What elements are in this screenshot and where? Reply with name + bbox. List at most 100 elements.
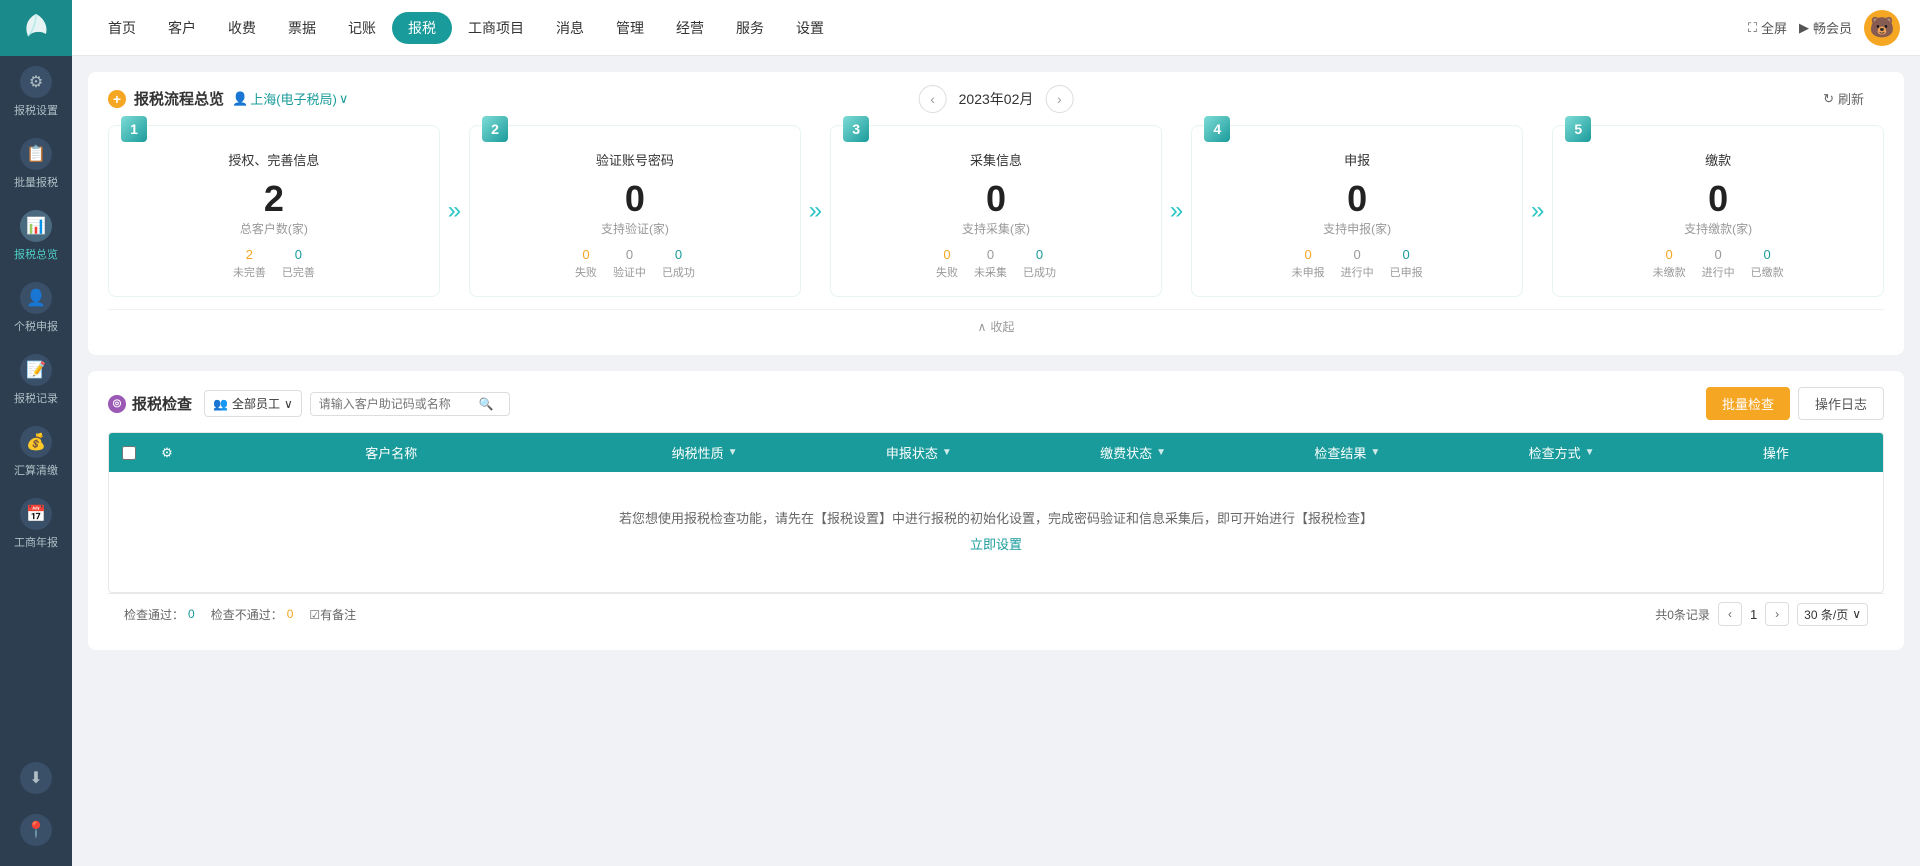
th-payment-status[interactable]: 缴费状态 ▼: [1026, 433, 1240, 472]
step-5-title: 缴款: [1569, 150, 1867, 169]
download-icon: ⬇: [20, 762, 52, 794]
flow-step-3: 3 采集信息 0 支持采集(家) 0 失败 0 未采集: [830, 125, 1162, 297]
flow-steps: 1 授权、完善信息 2 总客户数(家) 2 未完善 0 已完善: [108, 125, 1884, 297]
stat-num: 0: [1304, 247, 1311, 262]
sidebar-item-tax-overview[interactable]: 📊 报税总览: [0, 200, 72, 272]
personal-filing-icon: 👤: [20, 282, 52, 314]
location-icon-small: 👤: [232, 91, 248, 107]
th-check-method[interactable]: 检查方式 ▼: [1455, 433, 1669, 472]
nav-invoices[interactable]: 票据: [272, 12, 332, 44]
step-4-stat-0: 0 未申报: [1292, 247, 1325, 280]
th-checkbox[interactable]: [109, 433, 149, 472]
pass-count-link[interactable]: 0: [188, 607, 195, 621]
fullscreen-button[interactable]: ⛶ 全屏: [1748, 18, 1787, 37]
step-4-stats: 0 未申报 0 进行中 0 已申报: [1208, 247, 1506, 280]
prev-page-button[interactable]: ‹: [1718, 602, 1742, 626]
employee-filter-icon: 👥: [213, 397, 228, 411]
step-2-count: 0: [486, 177, 784, 220]
sidebar-item-clearance[interactable]: 💰 汇算清缴: [0, 416, 72, 488]
step-4-title: 申报: [1208, 150, 1506, 169]
nav-management[interactable]: 管理: [600, 12, 660, 44]
tax-overview-icon: 📊: [20, 210, 52, 242]
vip-button[interactable]: ▶ 畅会员: [1799, 18, 1852, 37]
check-actions: 批量检查 操作日志: [1706, 387, 1884, 420]
refresh-button[interactable]: ↻ 刷新: [1823, 89, 1864, 108]
page-size-selector[interactable]: 30 条/页 ∨: [1797, 603, 1868, 626]
step-2-stats: 0 失败 0 验证中 0 已成功: [486, 247, 784, 280]
sidebar-item-location[interactable]: 📍: [0, 804, 72, 856]
main-area: 首页 客户 收费 票据 记账 报税 工商项目 消息 管理 经营 服务 设置 ⛶ …: [72, 0, 1920, 866]
th-check-result[interactable]: 检查结果 ▼: [1240, 433, 1454, 472]
operation-log-button[interactable]: 操作日志: [1798, 387, 1884, 420]
customer-search-box[interactable]: 🔍: [310, 392, 510, 416]
sidebar-item-tax-settings[interactable]: ⚙ 报税设置: [0, 56, 72, 128]
employee-filter-select[interactable]: 👥 全部员工 ∨: [204, 390, 302, 417]
search-icon[interactable]: 🔍: [479, 397, 494, 411]
check-icon: ◎: [108, 395, 126, 413]
stat-num: 0: [1715, 247, 1722, 262]
filter-icon: ▼: [1156, 447, 1166, 458]
stat-num: 0: [675, 247, 682, 262]
nav-accounting[interactable]: 记账: [332, 12, 392, 44]
stat-num: 0: [1353, 247, 1360, 262]
nav-messages[interactable]: 消息: [540, 12, 600, 44]
tax-check-section: ◎ 报税检查 👥 全部员工 ∨ 🔍 批量检查 操作日志: [88, 371, 1904, 650]
filter-icon: ▼: [1585, 447, 1595, 458]
nav-tax[interactable]: 报税: [392, 12, 452, 44]
select-all-checkbox[interactable]: [122, 446, 136, 460]
customer-search-input[interactable]: [319, 397, 479, 411]
app-logo[interactable]: [0, 0, 72, 56]
collapse-button[interactable]: ∧ 收起: [108, 309, 1884, 339]
step-5-count: 0: [1569, 177, 1867, 220]
nav-settings[interactable]: 设置: [780, 12, 840, 44]
step-4-stat-1: 0 进行中: [1341, 247, 1374, 280]
top-navigation: 首页 客户 收费 票据 记账 报税 工商项目 消息 管理 经营 服务 设置 ⛶ …: [72, 0, 1920, 56]
batch-tax-icon: 📋: [20, 138, 52, 170]
batch-check-button[interactable]: 批量检查: [1706, 387, 1790, 420]
sidebar-item-personal-filing[interactable]: 👤 个税申报: [0, 272, 72, 344]
filter-icon: ▼: [1370, 447, 1380, 458]
step-5-stat-0: 0 未缴款: [1653, 247, 1686, 280]
topnav-right: ⛶ 全屏 ▶ 畅会员 🐻: [1748, 10, 1900, 46]
step-1-stat-1: 0 已完善: [282, 247, 315, 280]
stat-num: 0: [1764, 247, 1771, 262]
nav-operations[interactable]: 经营: [660, 12, 720, 44]
prev-month-button[interactable]: ‹: [919, 85, 947, 113]
filter-icon: ▼: [942, 447, 952, 458]
sidebar-item-download[interactable]: ⬇: [0, 752, 72, 804]
user-avatar[interactable]: 🐻: [1864, 10, 1900, 46]
refresh-icon: ↻: [1823, 91, 1834, 107]
setup-link[interactable]: 立即设置: [970, 532, 1022, 558]
sidebar-item-annual-report[interactable]: 📅 工商年报: [0, 488, 72, 560]
flow-step-1: 1 授权、完善信息 2 总客户数(家) 2 未完善 0 已完善: [108, 125, 440, 297]
th-tax-nature[interactable]: 纳税性质 ▼: [598, 433, 812, 472]
th-filing-status[interactable]: 申报状态 ▼: [812, 433, 1026, 472]
check-title: ◎ 报税检查: [108, 393, 192, 414]
nav-home[interactable]: 首页: [92, 12, 152, 44]
stat-num: 0: [987, 247, 994, 262]
tax-records-icon: 📝: [20, 354, 52, 386]
th-customer-name: 客户名称: [185, 433, 598, 472]
flow-overview-title-group: + 报税流程总览 👤 上海(电子税局) ∨: [108, 88, 348, 109]
nav-customers[interactable]: 客户: [152, 12, 212, 44]
sidebar-item-tax-records[interactable]: 📝 报税记录: [0, 344, 72, 416]
step-badge-4: 4: [1204, 116, 1230, 142]
table-empty-body: 若您想使用报税检查功能，请先在【报税设置】中进行报税的初始化设置，完成密码验证和…: [109, 472, 1883, 592]
plus-icon: +: [108, 90, 126, 108]
next-page-button[interactable]: ›: [1765, 602, 1789, 626]
nav-fees[interactable]: 收费: [212, 12, 272, 44]
next-month-button[interactable]: ›: [1045, 85, 1073, 113]
step-5-label: 支持缴款(家): [1569, 220, 1867, 237]
sidebar-item-batch-tax[interactable]: 📋 批量报税: [0, 128, 72, 200]
location-selector[interactable]: 👤 上海(电子税局) ∨: [232, 89, 348, 108]
fail-count-stat: 检查不通过： 0: [211, 606, 294, 623]
nav-services[interactable]: 服务: [720, 12, 780, 44]
th-gear[interactable]: ⚙: [149, 433, 185, 472]
step-5-stat-1: 0 进行中: [1702, 247, 1735, 280]
fail-count-link[interactable]: 0: [287, 607, 294, 621]
current-page: 1: [1750, 607, 1757, 622]
month-navigation: ‹ 2023年02月 ›: [919, 85, 1074, 113]
step-3-title: 采集信息: [847, 150, 1145, 169]
nav-business[interactable]: 工商项目: [452, 12, 540, 44]
nav-items: 首页 客户 收费 票据 记账 报税 工商项目 消息 管理 经营 服务 设置: [92, 12, 1748, 44]
